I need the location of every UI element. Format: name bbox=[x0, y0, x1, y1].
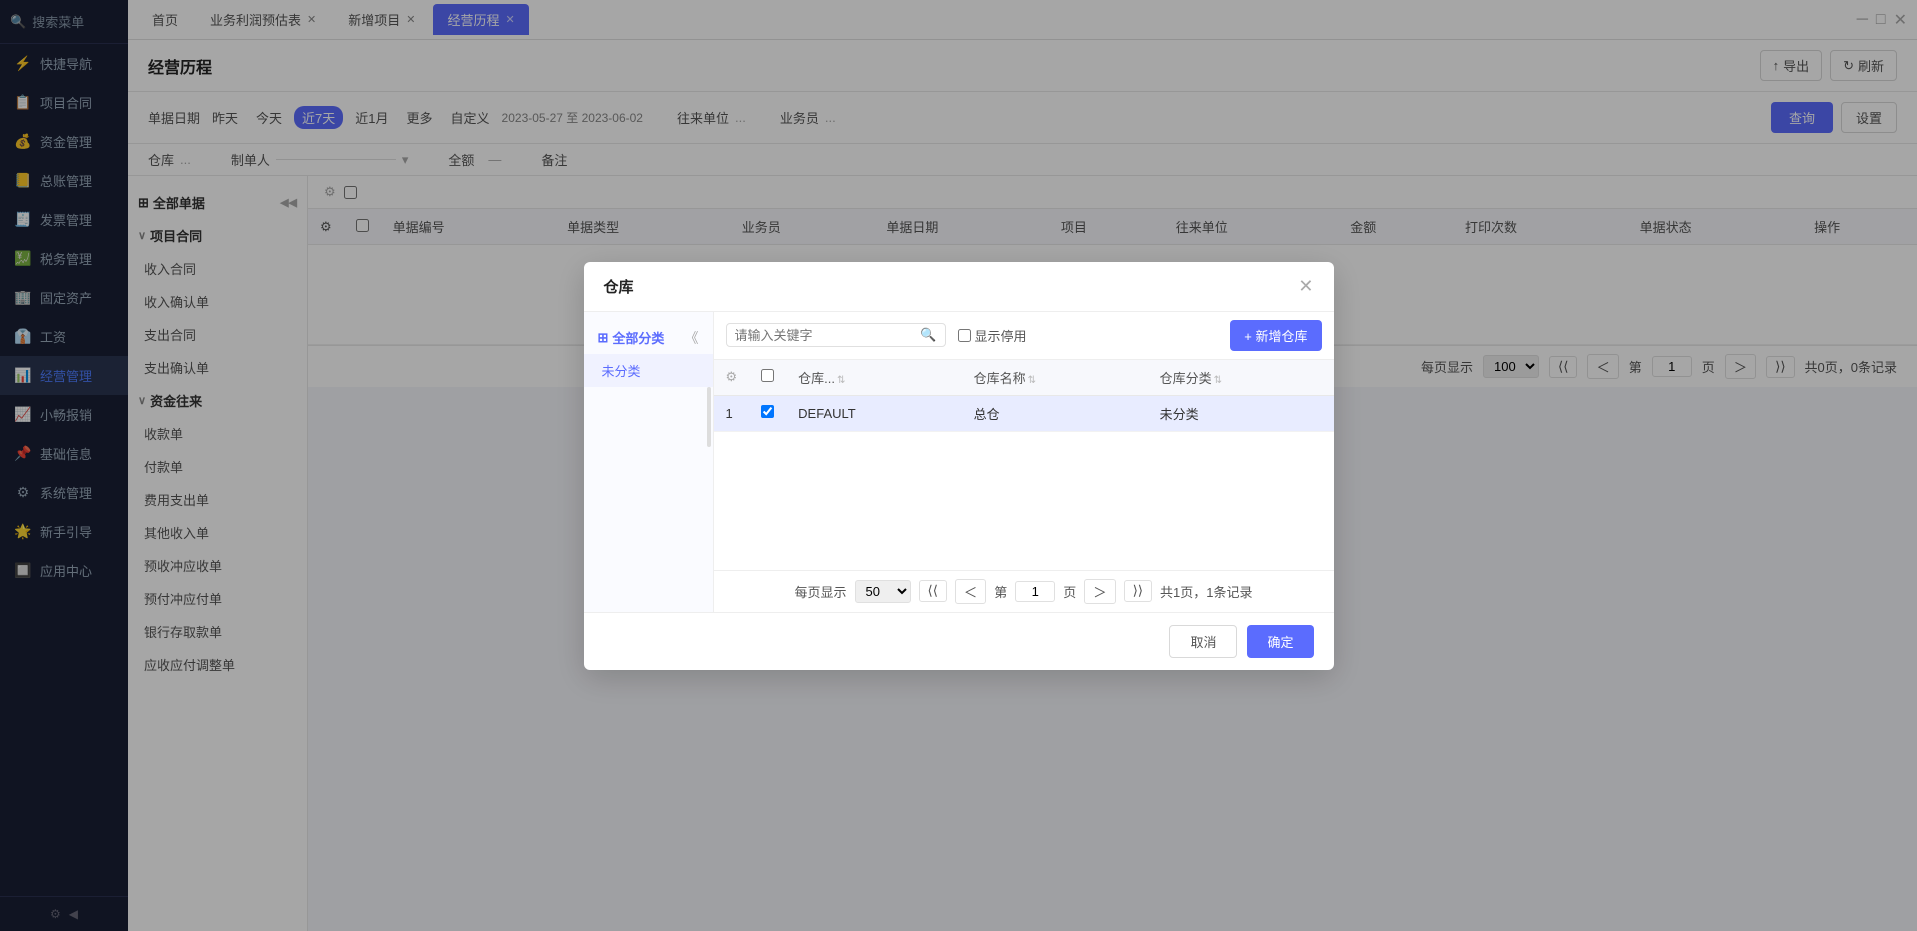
modal-per-page-label: 每页显示 bbox=[795, 582, 847, 601]
modal-main: 🔍 显示停用 + 新增仓库 ⚙ bbox=[714, 312, 1334, 612]
modal-sidebar-scroll bbox=[584, 387, 713, 602]
row-num: 1 bbox=[714, 395, 750, 431]
modal-first-page-btn[interactable]: ⟨⟨ bbox=[919, 580, 947, 602]
row-checkbox[interactable] bbox=[761, 405, 774, 418]
row-code: DEFAULT bbox=[786, 395, 961, 431]
show-disabled-text: 显示停用 bbox=[975, 326, 1027, 345]
modal-body: ⊞ 全部分类 《 未分类 🔍 bbox=[584, 312, 1334, 612]
sort-name-icon: ⇅ bbox=[1028, 375, 1036, 386]
modal-sidebar-collapse-btn[interactable]: 《 bbox=[685, 328, 699, 348]
scroll-thumb bbox=[707, 387, 711, 447]
modal-page-unit: 页 bbox=[1063, 582, 1076, 601]
modal-last-page-btn[interactable]: ⟩⟩ bbox=[1124, 580, 1152, 602]
modal-search-input[interactable] bbox=[735, 328, 921, 343]
show-disabled-checkbox[interactable] bbox=[958, 329, 971, 342]
modal-search-wrap: 🔍 bbox=[726, 323, 946, 347]
modal-category-sidebar: ⊞ 全部分类 《 未分类 bbox=[584, 312, 714, 612]
modal-warehouse-table: ⚙ 仓库...⇅ 仓库名称⇅ 仓库分类⇅ bbox=[714, 360, 1334, 432]
modal-page-label: 第 bbox=[994, 582, 1007, 601]
modal-page-num-input[interactable] bbox=[1015, 581, 1055, 602]
modal-toolbar: 🔍 显示停用 + 新增仓库 bbox=[714, 312, 1334, 360]
modal-th-name: 仓库名称⇅ bbox=[962, 360, 1148, 396]
modal-table-header: ⚙ 仓库...⇅ 仓库名称⇅ 仓库分类⇅ bbox=[714, 360, 1334, 396]
modal-table-wrap: ⚙ 仓库...⇅ 仓库名称⇅ 仓库分类⇅ bbox=[714, 360, 1334, 570]
modal-next-page-btn[interactable]: ＞ bbox=[1084, 579, 1115, 604]
modal-unclassified-label: 未分类 bbox=[602, 364, 641, 379]
modal-prev-page-btn[interactable]: ＜ bbox=[955, 579, 986, 604]
modal-title: 仓库 bbox=[604, 276, 634, 297]
sort-category-icon: ⇅ bbox=[1214, 375, 1222, 386]
row-name: 总仓 bbox=[962, 395, 1148, 431]
cancel-button[interactable]: 取消 bbox=[1169, 625, 1237, 658]
modal-sidebar-header: ⊞ 全部分类 《 bbox=[584, 322, 713, 354]
modal-gear-icon[interactable]: ⚙ bbox=[726, 369, 738, 384]
modal-total-text: 共1页，1条记录 bbox=[1160, 582, 1252, 601]
modal-search-icon: 🔍 bbox=[920, 327, 936, 343]
row-checkbox-cell bbox=[749, 395, 786, 431]
warehouse-modal: 仓库 ✕ ⊞ 全部分类 《 未分类 bbox=[584, 262, 1334, 670]
row-category: 未分类 bbox=[1148, 395, 1334, 431]
confirm-button[interactable]: 确定 bbox=[1247, 625, 1313, 658]
modal-unclassified-item[interactable]: 未分类 bbox=[584, 354, 713, 387]
modal-header: 仓库 ✕ bbox=[584, 262, 1334, 312]
modal-overlay[interactable]: 仓库 ✕ ⊞ 全部分类 《 未分类 bbox=[0, 0, 1917, 931]
add-warehouse-button[interactable]: + 新增仓库 bbox=[1230, 320, 1321, 351]
modal-close-button[interactable]: ✕ bbox=[1298, 276, 1313, 297]
modal-header-checkbox[interactable] bbox=[761, 369, 774, 382]
modal-table-row[interactable]: 1 DEFAULT 总仓 未分类 bbox=[714, 395, 1334, 431]
show-disabled-label[interactable]: 显示停用 bbox=[958, 326, 1027, 345]
modal-th-gear: ⚙ bbox=[714, 360, 750, 396]
modal-per-page-select[interactable]: 50 100 bbox=[855, 580, 911, 603]
sort-code-icon: ⇅ bbox=[837, 375, 845, 386]
all-categories-label[interactable]: 全部分类 bbox=[612, 328, 684, 347]
modal-pagination: 每页显示 50 100 ⟨⟨ ＜ 第 页 ＞ ⟩⟩ 共1页，1条记录 bbox=[714, 570, 1334, 612]
modal-th-code: 仓库...⇅ bbox=[786, 360, 961, 396]
all-categories-icon: ⊞ bbox=[598, 330, 609, 346]
modal-th-checkbox bbox=[749, 360, 786, 396]
modal-footer: 取消 确定 bbox=[584, 612, 1334, 670]
modal-th-category: 仓库分类⇅ bbox=[1148, 360, 1334, 396]
